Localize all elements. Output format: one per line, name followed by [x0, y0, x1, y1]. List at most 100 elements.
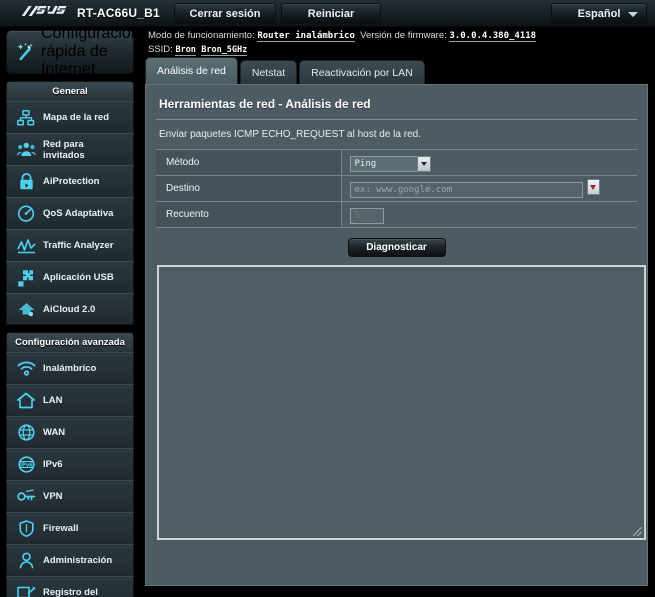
sidebar-item-label: Administración	[43, 555, 113, 566]
user-icon	[16, 551, 36, 571]
sidebar-item-adaptive-qos[interactable]: QoS Adaptativa	[6, 197, 134, 229]
sidebar-item-label: Red para invitados	[43, 139, 85, 161]
form-row-target: Destino	[156, 175, 637, 202]
sidebar-item-label: IPv6	[43, 459, 63, 470]
method-select-value: Ping	[354, 159, 377, 169]
brand-area: RT-AC66U_B1	[21, 4, 160, 22]
chevron-down-icon[interactable]	[416, 156, 431, 172]
sidebar-item-label: VPN	[43, 491, 63, 502]
language-selector[interactable]: Español	[551, 3, 647, 24]
group-header-advanced: Configuración avanzada	[6, 332, 134, 352]
tab-bar: Análisis de red Netstat Reactivación por…	[145, 57, 425, 84]
count-input[interactable]	[349, 208, 384, 224]
router-admin-page: RT-AC66U_B1 Cerrar sesión Reiniciar Espa…	[0, 0, 655, 597]
action-row: Diagnosticar	[156, 228, 637, 264]
main-content: Análisis de red Netstat Reactivación por…	[140, 57, 655, 597]
sidebar-item-system-log[interactable]: Registro del	[6, 576, 134, 597]
guest-label-line2: invitados	[43, 149, 85, 161]
diagnose-button[interactable]: Diagnosticar	[347, 238, 446, 257]
target-value-cell	[341, 175, 637, 202]
traffic-chart-icon	[16, 236, 36, 256]
sidebar-item-ipv6[interactable]: IPv6 IPv6	[6, 448, 134, 480]
sidebar-item-label: Firewall	[43, 523, 79, 534]
sidebar-item-label: Inalámbrico	[43, 363, 97, 374]
sidebar-item-usb-application[interactable]: Aplicación USB	[6, 261, 134, 293]
sidebar-item-label: Aplicación USB	[43, 272, 114, 283]
info-line-mode: Modo de funcionamiento: Router inalámbri…	[148, 29, 655, 43]
usb-app-icon	[16, 268, 36, 288]
page-title: Herramientas de red - Análisis de red	[156, 95, 637, 120]
diagnostics-form: Método Ping Destino ex: www.google.com R…	[156, 149, 637, 228]
sidebar-item-vpn[interactable]: VPN	[6, 480, 134, 512]
firmware-label: Versión de firmware:	[360, 30, 447, 41]
sidebar-item-traffic-analyzer[interactable]: Traffic Analyzer	[6, 229, 134, 261]
top-bar: RT-AC66U_B1 Cerrar sesión Reiniciar Espa…	[0, 0, 655, 27]
gauge-icon	[16, 204, 36, 224]
sidebar-item-network-map[interactable]: Mapa de la red	[6, 101, 134, 133]
diagnostic-output-area[interactable]	[157, 265, 646, 540]
operation-mode-value[interactable]: Router inalámbrico	[257, 31, 355, 42]
sidebar-item-label: AiProtection	[43, 176, 100, 187]
sidebar-item-label: AiCloud 2.0	[43, 303, 96, 315]
asus-logo-mark	[21, 6, 67, 16]
firmware-version-value[interactable]: 3.0.0.4.380_4118	[449, 31, 537, 42]
reboot-button[interactable]: Reiniciar	[281, 3, 381, 24]
sidebar-item-guest-network[interactable]: Red para invitados	[6, 133, 134, 165]
sidebar-item-label: QoS Adaptativa	[43, 208, 114, 219]
operation-mode-label: Modo de funcionamiento:	[148, 30, 255, 41]
tab-netstat[interactable]: Netstat	[239, 60, 298, 84]
tab-network-analysis[interactable]: Análisis de red	[145, 57, 238, 84]
menu-group-advanced: Configuración avanzada Inalámbrico LAN W…	[6, 332, 134, 597]
sidebar-item-label: WAN	[43, 427, 66, 438]
sidebar-item-label: Mapa de la red	[43, 112, 109, 123]
sidebar-item-administration[interactable]: Administración	[6, 544, 134, 576]
logout-button[interactable]: Cerrar sesión	[174, 3, 276, 24]
svg-text:IPv6: IPv6	[20, 463, 33, 469]
lock-shield-icon	[16, 172, 36, 192]
ipv6-globe-icon: IPv6	[16, 455, 36, 475]
count-label: Recuento	[156, 201, 342, 228]
ssid-5ghz-value[interactable]: Bron_5GHz	[201, 45, 248, 56]
log-icon	[16, 582, 36, 597]
tab-wake-on-lan[interactable]: Reactivación por LAN	[299, 60, 425, 84]
quick-internet-setup-button[interactable]: Configuración rápida de Internet	[6, 27, 140, 78]
info-strip: Modo de funcionamiento: Router inalámbri…	[140, 27, 655, 73]
shield-icon	[16, 519, 36, 539]
sidebar-item-label: Traffic Analyzer	[43, 240, 114, 251]
quick-setup-label: Configuración rápida de Internet	[41, 27, 140, 79]
form-row-method: Método Ping	[156, 149, 637, 176]
target-history-dropdown-icon[interactable]	[586, 179, 600, 195]
method-value-cell: Ping	[341, 149, 637, 176]
home-icon	[16, 391, 36, 411]
count-value-cell	[341, 201, 637, 228]
target-input[interactable]	[349, 182, 583, 198]
menu-group-general: General Mapa de la red Red para invitado…	[6, 81, 134, 325]
guest-network-icon	[16, 140, 36, 160]
sidebar: Configuración rápida de Internet General…	[0, 27, 140, 597]
info-line-ssid: SSID: Bron Bron_5GHz	[148, 43, 655, 57]
sidebar-item-lan[interactable]: LAN	[6, 384, 134, 416]
network-tools-panel: Herramientas de red - Análisis de red En…	[145, 84, 648, 586]
sidebar-item-firewall[interactable]: Firewall	[6, 512, 134, 544]
asus-logo	[21, 4, 69, 22]
form-row-count: Recuento	[156, 201, 637, 228]
router-model-label: RT-AC66U_B1	[77, 6, 160, 20]
group-header-general: General	[6, 81, 134, 101]
target-label: Destino	[156, 175, 342, 202]
sidebar-item-label: LAN	[43, 395, 63, 406]
sidebar-item-aicloud[interactable]: AiCloud 2.0	[6, 293, 134, 325]
ssid-label: SSID:	[148, 44, 173, 55]
resize-handle-icon[interactable]	[633, 527, 642, 536]
ssid-2ghz-value[interactable]: Bron	[175, 45, 196, 56]
vpn-key-icon	[16, 487, 36, 507]
language-label: Español	[577, 7, 621, 20]
network-map-icon	[16, 108, 36, 128]
sidebar-item-wan[interactable]: WAN	[6, 416, 134, 448]
sidebar-item-aiprotection[interactable]: AiProtection	[6, 165, 134, 197]
sidebar-item-wireless[interactable]: Inalámbrico	[6, 352, 134, 384]
method-select[interactable]: Ping	[349, 156, 431, 172]
sidebar-item-label: Registro del	[43, 586, 98, 597]
magic-wand-icon	[15, 42, 35, 62]
method-label: Método	[156, 149, 342, 176]
globe-icon	[16, 423, 36, 443]
